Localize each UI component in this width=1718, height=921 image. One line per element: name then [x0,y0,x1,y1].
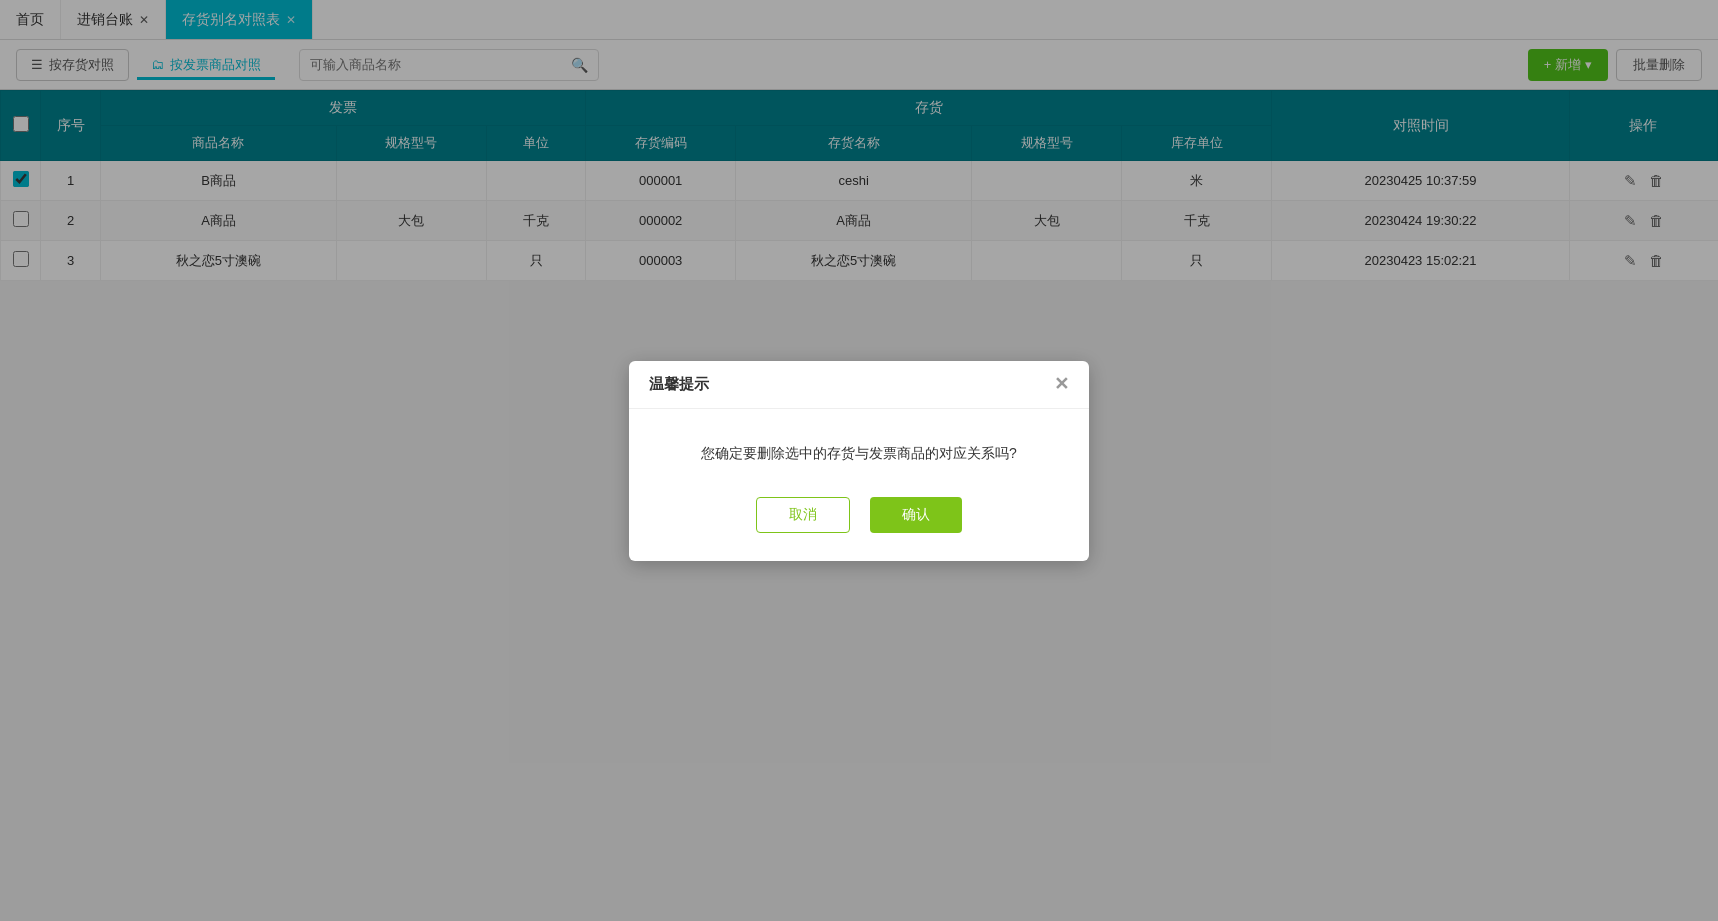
modal-overlay: 温馨提示 ✕ 您确定要删除选中的存货与发票商品的对应关系吗? 取消 确认 [0,0,1718,281]
